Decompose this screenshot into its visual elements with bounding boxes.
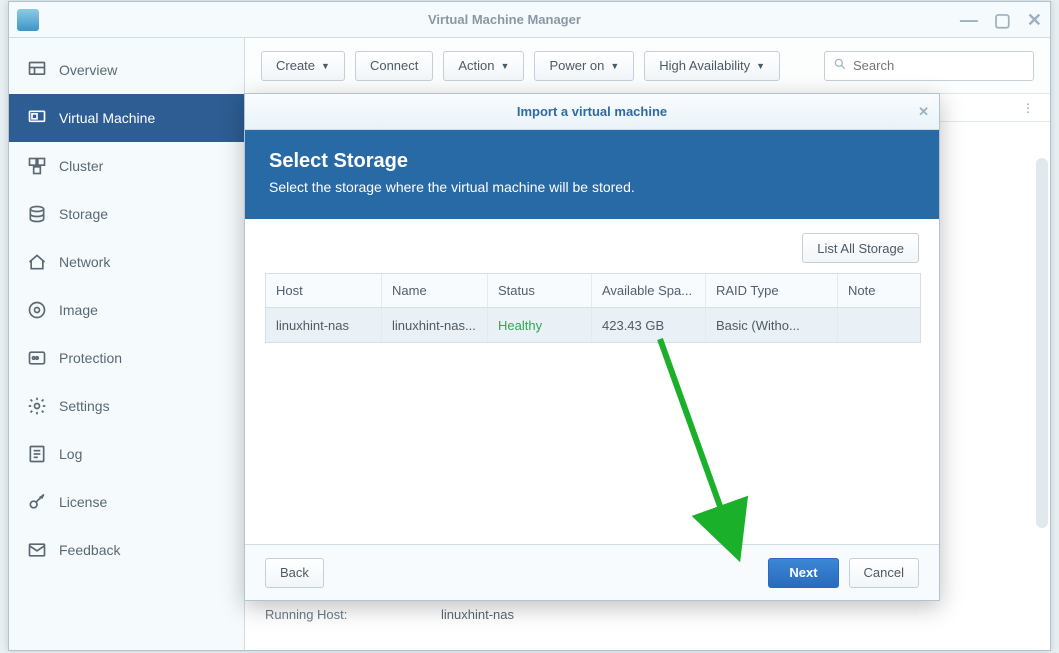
window-title: Virtual Machine Manager bbox=[49, 12, 960, 27]
sidebar-item-cluster[interactable]: Cluster bbox=[9, 142, 244, 190]
app-icon bbox=[17, 9, 39, 31]
create-button[interactable]: Create▼ bbox=[261, 51, 345, 81]
sidebar-item-log[interactable]: Log bbox=[9, 430, 244, 478]
sidebar-item-label: Cluster bbox=[59, 158, 103, 174]
sidebar-item-label: Overview bbox=[59, 62, 117, 78]
cell-note bbox=[838, 308, 920, 342]
search-input-wrap[interactable] bbox=[824, 51, 1034, 81]
modal-subheading: Select the storage where the virtual mac… bbox=[269, 179, 915, 195]
modal-body: List All Storage Host Name Status Availa… bbox=[245, 219, 939, 544]
col-host[interactable]: Host bbox=[266, 274, 382, 307]
sidebar-item-overview[interactable]: Overview bbox=[9, 46, 244, 94]
scrollbar[interactable] bbox=[1036, 158, 1048, 528]
list-all-storage-button[interactable]: List All Storage bbox=[802, 233, 919, 263]
detail-row-host: Running Host: linuxhint-nas bbox=[265, 600, 1030, 628]
maximize-button[interactable]: ▢ bbox=[994, 11, 1011, 29]
search-icon bbox=[833, 57, 847, 74]
sidebar-item-label: Network bbox=[59, 254, 110, 270]
caret-down-icon: ▼ bbox=[756, 61, 765, 71]
sidebar-item-label: Storage bbox=[59, 206, 108, 222]
next-button[interactable]: Next bbox=[768, 558, 838, 588]
col-name[interactable]: Name bbox=[382, 274, 488, 307]
col-note[interactable]: Note bbox=[838, 274, 920, 307]
power-on-button[interactable]: Power on▼ bbox=[534, 51, 634, 81]
toolbar: Create▼ Connect Action▼ Power on▼ High A… bbox=[245, 38, 1050, 94]
gear-icon bbox=[27, 396, 47, 416]
sidebar-item-label: Protection bbox=[59, 350, 122, 366]
back-button[interactable]: Back bbox=[265, 558, 324, 588]
cancel-button[interactable]: Cancel bbox=[849, 558, 919, 588]
cell-status: Healthy bbox=[488, 308, 592, 342]
more-columns-button[interactable]: ⋮ bbox=[1014, 101, 1034, 115]
cell-host: linuxhint-nas bbox=[266, 308, 382, 342]
log-icon bbox=[27, 444, 47, 464]
sidebar-item-label: Image bbox=[59, 302, 98, 318]
col-status[interactable]: Status bbox=[488, 274, 592, 307]
modal-close-button[interactable]: ✕ bbox=[918, 104, 929, 120]
overview-icon bbox=[27, 60, 47, 80]
modal-footer: Back Next Cancel bbox=[245, 544, 939, 600]
col-available[interactable]: Available Spa... bbox=[592, 274, 706, 307]
title-bar: Virtual Machine Manager — ▢ ✕ bbox=[9, 2, 1050, 38]
search-input[interactable] bbox=[853, 58, 1025, 73]
import-vm-modal: Import a virtual machine ✕ Select Storag… bbox=[244, 93, 940, 601]
modal-heading: Select Storage bbox=[269, 150, 915, 173]
col-raid[interactable]: RAID Type bbox=[706, 274, 838, 307]
caret-down-icon: ▼ bbox=[321, 61, 330, 71]
image-icon bbox=[27, 300, 47, 320]
modal-title-text: Import a virtual machine bbox=[517, 104, 667, 119]
sidebar-item-storage[interactable]: Storage bbox=[9, 190, 244, 238]
sidebar-item-label: License bbox=[59, 494, 107, 510]
storage-icon bbox=[27, 204, 47, 224]
caret-down-icon: ▼ bbox=[501, 61, 510, 71]
action-button[interactable]: Action▼ bbox=[443, 51, 524, 81]
modal-banner: Select Storage Select the storage where … bbox=[245, 130, 939, 219]
key-icon bbox=[27, 492, 47, 512]
caret-down-icon: ▼ bbox=[610, 61, 619, 71]
connect-button[interactable]: Connect bbox=[355, 51, 433, 81]
storage-table-head: Host Name Status Available Spa... RAID T… bbox=[266, 274, 920, 308]
sidebar-item-label: Feedback bbox=[59, 542, 120, 558]
sidebar-item-network[interactable]: Network bbox=[9, 238, 244, 286]
vm-icon bbox=[27, 108, 47, 128]
sidebar-item-label: Log bbox=[59, 446, 82, 462]
network-icon bbox=[27, 252, 47, 272]
cluster-icon bbox=[27, 156, 47, 176]
sidebar-item-feedback[interactable]: Feedback bbox=[9, 526, 244, 574]
storage-table: Host Name Status Available Spa... RAID T… bbox=[265, 273, 921, 343]
storage-row[interactable]: linuxhint-nas linuxhint-nas... Healthy 4… bbox=[266, 308, 920, 342]
cell-available: 423.43 GB bbox=[592, 308, 706, 342]
minimize-button[interactable]: — bbox=[960, 11, 978, 29]
sidebar-item-protection[interactable]: Protection bbox=[9, 334, 244, 382]
cell-name: linuxhint-nas... bbox=[382, 308, 488, 342]
sidebar-item-label: Settings bbox=[59, 398, 110, 414]
mail-icon bbox=[27, 540, 47, 560]
window-controls: — ▢ ✕ bbox=[960, 11, 1042, 29]
sidebar: Overview Virtual Machine Cluster Storage bbox=[9, 38, 245, 650]
sidebar-item-label: Virtual Machine bbox=[59, 110, 155, 126]
close-button[interactable]: ✕ bbox=[1027, 11, 1042, 29]
sidebar-item-virtual-machine[interactable]: Virtual Machine bbox=[9, 94, 244, 142]
sidebar-item-settings[interactable]: Settings bbox=[9, 382, 244, 430]
modal-titlebar: Import a virtual machine ✕ bbox=[245, 94, 939, 130]
cell-raid: Basic (Witho... bbox=[706, 308, 838, 342]
shield-icon bbox=[27, 348, 47, 368]
sidebar-item-license[interactable]: License bbox=[9, 478, 244, 526]
sidebar-item-image[interactable]: Image bbox=[9, 286, 244, 334]
high-availability-button[interactable]: High Availability▼ bbox=[644, 51, 780, 81]
